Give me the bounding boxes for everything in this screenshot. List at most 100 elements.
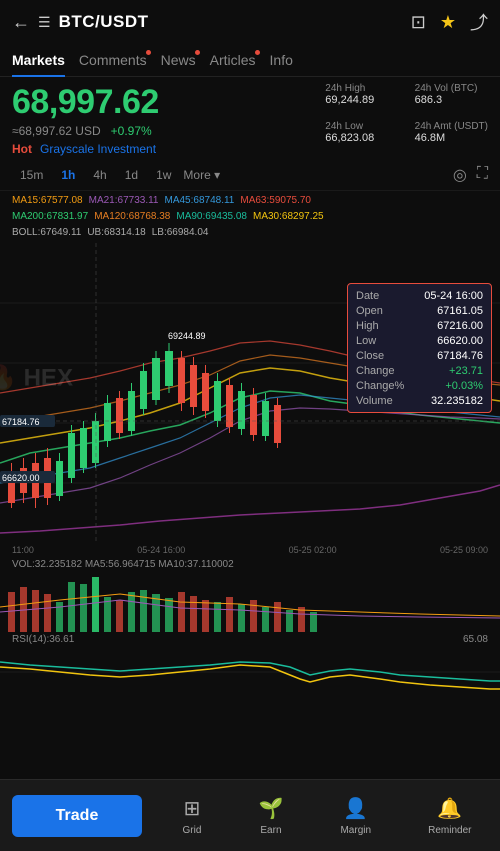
earn-icon: 🌱	[259, 796, 284, 821]
nav-grid[interactable]: ⊞ Grid	[183, 796, 202, 836]
ma21: MA21:67733.11	[89, 193, 159, 209]
tab-info[interactable]: Info	[270, 44, 307, 76]
menu-icon[interactable]: ☰	[38, 14, 51, 31]
tooltip-high-value: 67216.00	[437, 320, 483, 332]
back-icon[interactable]: ←	[12, 12, 30, 33]
tab-comments[interactable]: Comments	[79, 44, 161, 76]
tag-hot: Hot	[12, 142, 32, 156]
time-label-4: 05-25 09:00	[440, 545, 488, 555]
tab-articles[interactable]: Articles	[210, 44, 270, 76]
share-icon[interactable]: ⤴	[470, 9, 488, 35]
ma-row-3: BOLL:67649.11 UB:68314.18 LB:66984.04	[12, 225, 488, 241]
tooltip-volume-label: Volume	[356, 395, 393, 407]
tooltip-changepct-row: Change% +0.03%	[356, 378, 483, 393]
grid-label: Grid	[183, 825, 202, 836]
rsi-text: RSI(14):36.61	[12, 634, 74, 645]
top-bar-left: ← ☰ BTC/USDT	[12, 12, 411, 33]
tooltip-open-value: 67161.05	[437, 305, 483, 317]
top-bar: ← ☰ BTC/USDT ⊡ ★ ⤴	[0, 0, 500, 44]
price-stats-container: 68,997.62 ≈68,997.62 USD +0.97% Hot Gray…	[0, 77, 500, 160]
tooltip-volume-row: Volume 32.235182	[356, 393, 483, 408]
reminder-label: Reminder	[428, 825, 471, 836]
bottom-nav: Trade ⊞ Grid 🌱 Earn 👤 Margin 🔔 Reminder	[0, 779, 500, 851]
tooltip-low-value: 66620.00	[437, 335, 483, 347]
time-label-3: 05-25 02:00	[289, 545, 337, 555]
grid-icon: ⊞	[184, 796, 201, 821]
time-icons: ◎ ⛶	[453, 165, 488, 185]
nav-items: ⊞ Grid 🌱 Earn 👤 Margin 🔔 Reminder	[154, 796, 500, 836]
margin-icon: 👤	[343, 796, 368, 821]
tooltip-box: Date 05-24 16:00 Open 67161.05 High 6721…	[347, 283, 492, 413]
stat-amt-usdt: 24h Amt (USDT) 46.8M	[415, 121, 488, 157]
price-tags: Hot Grayscale Investment	[12, 142, 325, 156]
vol-ma-text: VOL:32.235182 MA5:56.964715 MA10:37.1100…	[0, 557, 500, 572]
reminder-icon: 🔔	[437, 796, 462, 821]
tooltip-close-value: 67184.76	[437, 350, 483, 362]
tooltip-open-label: Open	[356, 305, 383, 317]
tooltip-change-value: +23.71	[449, 365, 483, 377]
ma90: MA90:69435.08	[176, 209, 247, 225]
nav-tabs: Markets Comments News Articles Info	[0, 44, 500, 77]
tooltip-changepct-value: +0.03%	[445, 380, 483, 392]
tooltip-volume-value: 32.235182	[431, 395, 483, 407]
tooltip-change-row: Change +23.71	[356, 363, 483, 378]
ma-row-1: MA15:67577.08 MA21:67733.11 MA45:68748.1…	[12, 193, 488, 209]
stat-high: 24h High 69,244.89	[325, 83, 398, 119]
tooltip-high-label: High	[356, 320, 379, 332]
trade-button[interactable]: Trade	[12, 795, 142, 837]
ma63: MA63:59075.70	[240, 193, 311, 209]
time-1d[interactable]: 1d	[117, 164, 146, 186]
time-1h[interactable]: 1h	[53, 164, 83, 186]
vol-chart-svg	[0, 572, 500, 632]
time-15m[interactable]: 15m	[12, 164, 51, 186]
rsi-section: RSI(14):36.61 65.08	[0, 632, 500, 647]
tag-investment[interactable]: Grayscale Investment	[40, 142, 156, 156]
time-1w[interactable]: 1w	[148, 164, 179, 186]
time-label-2: 05-24 16:00	[137, 545, 185, 555]
tooltip-low-label: Low	[356, 335, 376, 347]
time-labels: 11:00 05-24 16:00 05-25 02:00 05-25 09:0…	[0, 543, 500, 557]
nav-reminder[interactable]: 🔔 Reminder	[428, 796, 471, 836]
copy-icon[interactable]: ⊡	[411, 12, 426, 33]
stat-low: 24h Low 66,823.08	[325, 121, 398, 157]
tooltip-close-label: Close	[356, 350, 384, 362]
price-main: 68,997.62	[12, 83, 325, 122]
time-more[interactable]: More ▾	[183, 168, 220, 182]
star-icon[interactable]: ★	[440, 12, 456, 33]
earn-label: Earn	[260, 825, 281, 836]
tooltip-high-row: High 67216.00	[356, 318, 483, 333]
tooltip-date-row: Date 05-24 16:00	[356, 288, 483, 303]
stats-grid: 24h High 69,244.89 24h Vol (BTC) 686.3 2…	[325, 83, 488, 156]
tooltip-low-row: Low 66620.00	[356, 333, 483, 348]
lb: LB:66984.04	[152, 225, 209, 241]
margin-label: Margin	[340, 825, 371, 836]
boll: BOLL:67649.11	[12, 225, 81, 241]
price-section: 68,997.62 ≈68,997.62 USD +0.97% Hot Gray…	[12, 83, 325, 156]
fullscreen-icon[interactable]: ⛶	[477, 165, 488, 185]
price-change: +0.97%	[111, 124, 152, 138]
time-selector: 15m 1h 4h 1d 1w More ▾ ◎ ⛶	[0, 160, 500, 191]
svg-text:66620.00: 66620.00	[2, 473, 40, 483]
ma-indicators: MA15:67577.08 MA21:67733.11 MA45:68748.1…	[0, 191, 500, 243]
nav-margin[interactable]: 👤 Margin	[340, 796, 371, 836]
time-label-1: 11:00	[12, 545, 34, 555]
svg-text:67184.76: 67184.76	[2, 417, 40, 427]
chart-settings-icon[interactable]: ◎	[453, 165, 467, 185]
tooltip-open-row: Open 67161.05	[356, 303, 483, 318]
tab-news[interactable]: News	[161, 44, 210, 76]
tooltip-date-label: Date	[356, 290, 379, 302]
rsi-chart	[0, 647, 500, 697]
ma120: MA120:68768.38	[94, 209, 170, 225]
tab-markets[interactable]: Markets	[12, 44, 79, 76]
chart-area[interactable]: 🔥 HEX	[0, 243, 500, 543]
svg-text:69244.89: 69244.89	[168, 331, 206, 341]
ma200: MA200:67831.97	[12, 209, 88, 225]
tooltip-change-label: Change	[356, 365, 395, 377]
ma30: MA30:68297.25	[253, 209, 324, 225]
top-bar-icons: ⊡ ★ ⤴	[411, 9, 488, 35]
vol-chart	[0, 572, 500, 632]
nav-earn[interactable]: 🌱 Earn	[259, 796, 284, 836]
rsi-right: 65.08	[463, 634, 488, 645]
time-4h[interactable]: 4h	[85, 164, 114, 186]
pair-title: BTC/USDT	[59, 12, 149, 32]
